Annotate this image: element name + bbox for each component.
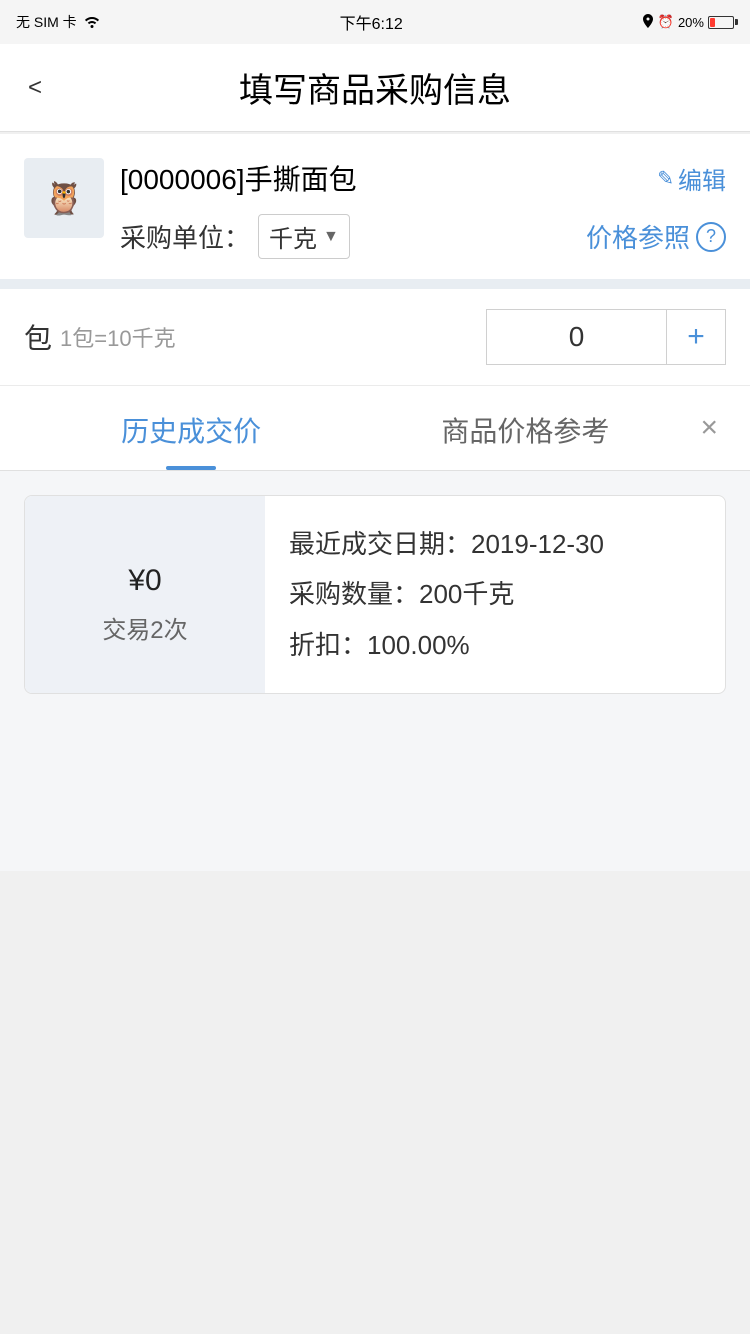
product-logo-icon: 🦉: [44, 179, 84, 217]
transaction-details: 最近成交日期：2019-12-30 采购数量：200千克 折扣：100.00%: [265, 496, 725, 693]
battery-icon: [708, 16, 734, 29]
plus-button[interactable]: +: [666, 309, 726, 365]
alarm-icon: ⏰: [658, 14, 674, 30]
unit-value: 千克: [269, 219, 317, 254]
product-details: [0000006]手撕面包 ✎ 编辑 采购单位： 千克 ▼ 价格参照 ?: [120, 158, 726, 259]
transaction-card: ¥0 交易2次 最近成交日期：2019-12-30 采购数量：200千克 折扣：…: [24, 495, 726, 694]
product-name: [0000006]手撕面包: [120, 158, 357, 198]
tab-price-ref-label: 商品价格参考: [441, 416, 609, 447]
edit-label: 编辑: [678, 161, 726, 196]
purchase-unit-label: 采购单位：: [120, 218, 250, 255]
purchase-qty: 采购数量：200千克: [289, 576, 701, 612]
tab-price-reference[interactable]: 商品价格参考: [358, 386, 692, 470]
recent-date: 最近成交日期：2019-12-30: [289, 526, 701, 562]
quantity-input[interactable]: [486, 309, 666, 365]
page-title: 填写商品采购信息: [239, 63, 511, 112]
close-tab-button[interactable]: ×: [692, 403, 726, 453]
product-name-row: [0000006]手撕面包 ✎ 编辑: [120, 158, 726, 198]
status-bar: 无 SIM 卡 下午6:12 ⏰ 20%: [0, 0, 750, 44]
product-card: 🦉 [0000006]手撕面包 ✎ 编辑 采购单位： 千克 ▼: [0, 134, 750, 279]
dropdown-arrow-icon: ▼: [323, 228, 339, 246]
battery-percentage: 20%: [678, 15, 704, 30]
quantity-input-area: +: [486, 309, 726, 365]
price-reference-button[interactable]: 价格参照 ?: [586, 218, 726, 255]
wifi-icon: [83, 14, 101, 31]
location-icon: [642, 14, 654, 31]
transaction-summary: ¥0 交易2次: [25, 496, 265, 693]
discount: 折扣：100.00%: [289, 627, 701, 663]
carrier-label: 无 SIM 卡: [16, 12, 77, 32]
section-divider: [0, 279, 750, 289]
transaction-count: 交易2次: [102, 610, 187, 645]
edit-button[interactable]: ✎ 编辑: [657, 161, 726, 196]
tab-history-price[interactable]: 历史成交价: [24, 386, 358, 470]
tabs-container: 历史成交价 商品价格参考 ×: [0, 386, 750, 471]
content-area: ¥0 交易2次 最近成交日期：2019-12-30 采购数量：200千克 折扣：…: [0, 471, 750, 871]
price-reference-label: 价格参照: [586, 218, 690, 255]
status-bar-right: ⏰ 20%: [642, 14, 734, 31]
currency-symbol: ¥: [128, 564, 145, 597]
package-unit-sub: 1包=10千克: [60, 321, 176, 353]
edit-icon: ✎: [657, 166, 674, 191]
product-thumbnail: 🦉: [24, 158, 104, 238]
back-button[interactable]: <: [20, 66, 50, 110]
status-bar-left: 无 SIM 卡: [16, 12, 101, 32]
quantity-row: 包 1包=10千克 +: [0, 289, 750, 386]
unit-select-dropdown[interactable]: 千克 ▼: [258, 214, 350, 259]
price-value: 0: [145, 564, 162, 597]
tab-history-label: 历史成交价: [121, 416, 261, 447]
transaction-price: ¥0: [128, 544, 161, 602]
product-header: 🦉 [0000006]手撕面包 ✎ 编辑 采购单位： 千克 ▼: [24, 158, 726, 259]
purchase-unit-row: 采购单位： 千克 ▼ 价格参照 ?: [120, 214, 726, 259]
help-circle-icon: ?: [696, 222, 726, 252]
tab-underline: [166, 466, 216, 470]
package-unit-label: 包: [24, 317, 52, 357]
status-bar-time: 下午6:12: [340, 10, 403, 34]
nav-bar: < 填写商品采购信息: [0, 44, 750, 132]
